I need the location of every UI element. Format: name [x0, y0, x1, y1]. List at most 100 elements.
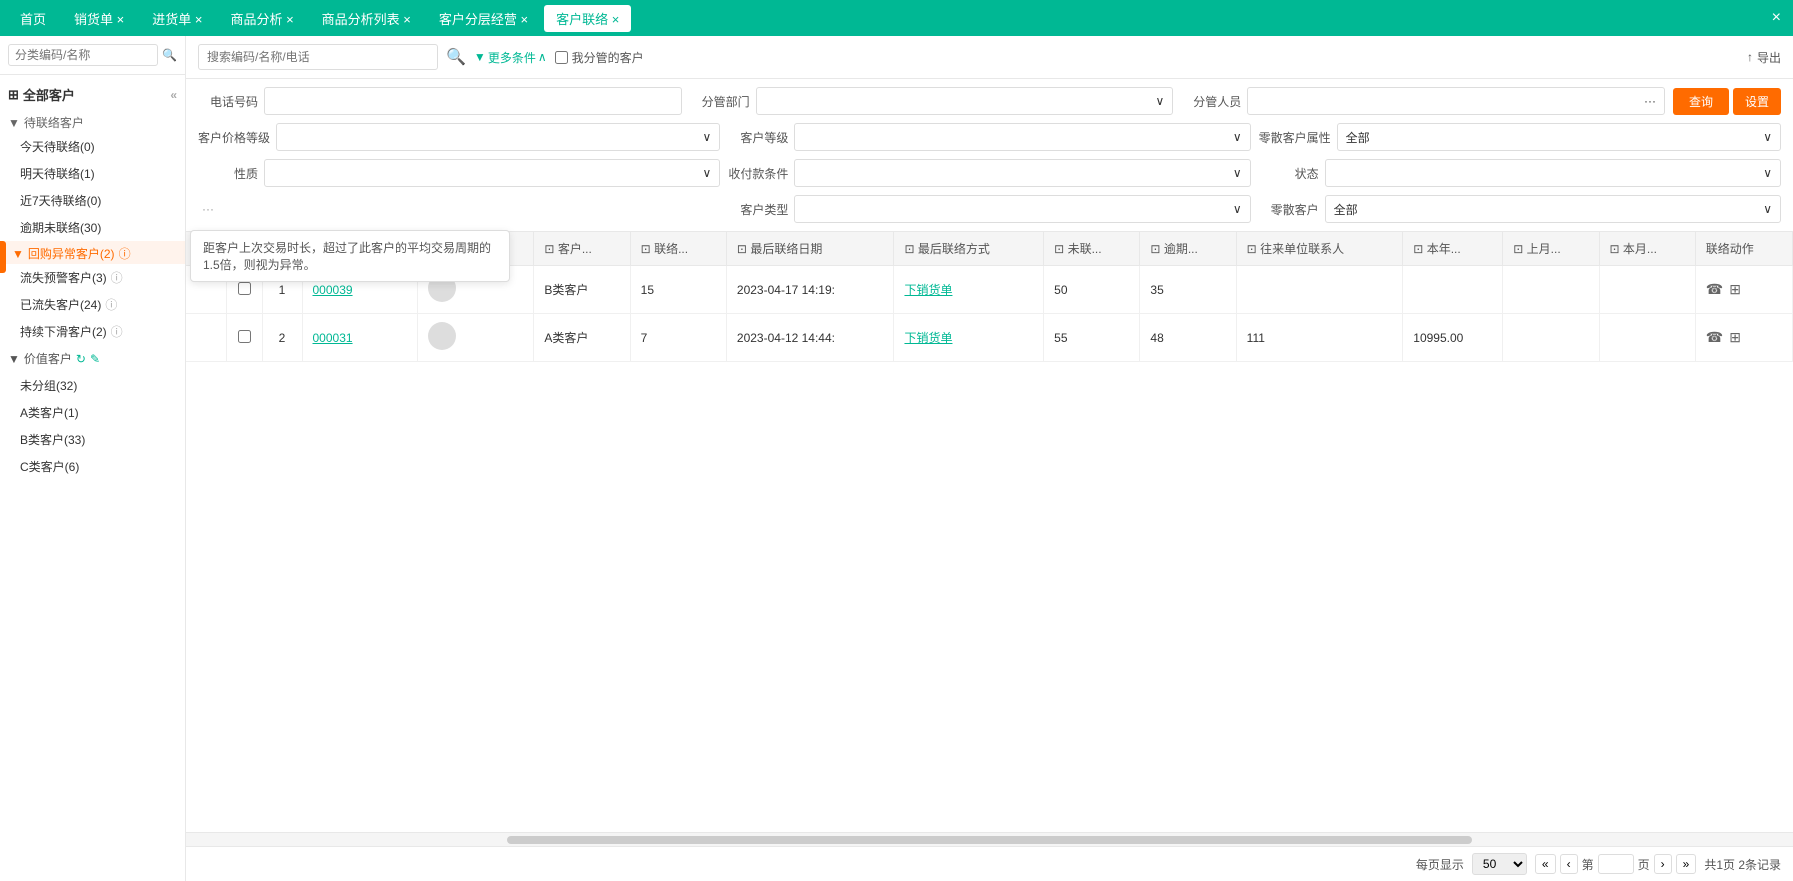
main-search-button[interactable]: 🔍	[446, 47, 466, 67]
sidebar-item-a-class[interactable]: A类客户(1)	[0, 399, 185, 426]
nav-home[interactable]: 首页	[8, 5, 58, 32]
customer-level-select[interactable]: ∨	[794, 123, 1250, 151]
row2-not-contacted: 55	[1044, 314, 1140, 362]
per-page-select[interactable]: 50 100	[1472, 853, 1527, 875]
dept-label: 分管部门	[690, 93, 750, 110]
retail-customer-value: 全部	[1334, 201, 1358, 218]
row1-this-year	[1403, 266, 1503, 314]
sidebar-item-at-risk[interactable]: 流失预警客户(3) ⓘ	[0, 264, 185, 291]
sidebar-search-icon[interactable]: 🔍	[162, 48, 177, 62]
collapse-icon[interactable]: «	[170, 88, 177, 102]
row1-phone-icon[interactable]: ☎	[1706, 281, 1723, 298]
dept-select[interactable]: ∨	[756, 87, 1174, 115]
my-customer-checkbox[interactable]	[555, 51, 568, 64]
row2-more-icon[interactable]: ⊞	[1729, 329, 1741, 346]
main-layout: 🔍 ⊞ 全部客户 « ▼ 待联络客户 今天待联络(0) 明天待联络(1) 近	[0, 36, 1793, 881]
sidebar-item-declining[interactable]: 持续下滑客户(2) ⓘ	[0, 318, 185, 345]
row1-select[interactable]	[238, 282, 251, 295]
row1-overdue: 35	[1140, 266, 1236, 314]
next-page-btn[interactable]: ›	[1654, 854, 1672, 874]
filter-row-2: 客户价格等级 ∨ 客户等级 ∨ 零散客户属性 全部	[198, 123, 1781, 151]
prev-page-btn[interactable]: ‹	[1560, 854, 1578, 874]
row2-this-month	[1599, 314, 1695, 362]
filter-cell-customer-level: 客户等级 ∨	[728, 123, 1250, 151]
row2-code-link[interactable]: 000031	[313, 331, 353, 345]
row2-phone-icon[interactable]: ☎	[1706, 329, 1723, 346]
more-conditions-btn[interactable]: ▼ 更多条件 ∧	[474, 49, 547, 66]
price-level-label: 客户价格等级	[198, 129, 270, 146]
payment-select[interactable]: ∨	[794, 159, 1250, 187]
row2-action: ☎ ⊞	[1695, 314, 1792, 362]
nav-product-analysis[interactable]: 商品分析 ×	[218, 5, 305, 32]
nav-customer-segment[interactable]: 客户分层经营 ×	[427, 5, 540, 32]
edit-icon[interactable]: ✎	[90, 352, 100, 366]
value-customers-label: 价值客户	[24, 350, 72, 367]
row2-code: 000031	[302, 314, 418, 362]
th-contact: ⊡ 联络...	[630, 232, 726, 266]
th-company-contact: ⊡ 往来单位联系人	[1236, 232, 1403, 266]
person-select[interactable]: ···	[1247, 87, 1665, 115]
row2-this-year: 10995.00	[1403, 314, 1503, 362]
nav-sales[interactable]: 销货单 ×	[62, 5, 136, 32]
customer-type-select[interactable]: ∨	[794, 195, 1250, 223]
sidebar-item-unassigned[interactable]: 未分组(32)	[0, 372, 185, 399]
scrollbar-thumb[interactable]	[507, 836, 1471, 844]
nav-product-analysis-list[interactable]: 商品分析列表 ×	[310, 5, 423, 32]
sidebar-item-b-class[interactable]: B类客户(33)	[0, 426, 185, 453]
row2-last-method: 下销货单	[894, 314, 1044, 362]
main-search-input[interactable]	[198, 44, 438, 70]
row2-select[interactable]	[238, 330, 251, 343]
sidebar-all-customers[interactable]: ⊞ 全部客户 «	[0, 79, 185, 110]
row2-name	[418, 314, 534, 362]
sidebar-item-lost[interactable]: 已流失客户(24) ⓘ	[0, 291, 185, 318]
th-not-contacted: ⊡ 未联...	[1044, 232, 1140, 266]
info-icon-1: ⓘ	[111, 269, 123, 286]
sidebar-item-tomorrow[interactable]: 明天待联络(1)	[0, 160, 185, 187]
query-button[interactable]: 查询	[1673, 88, 1729, 115]
sidebar-value-customers-group[interactable]: ▼ 价值客户 ↻ ✎	[0, 345, 185, 372]
sidebar-section-repurchase[interactable]: ▼ 回购异常客户(2) ⓘ	[0, 241, 185, 264]
my-customer-checkbox-label[interactable]: 我分管的客户	[555, 49, 644, 66]
nav-purchase[interactable]: 进货单 ×	[140, 5, 214, 32]
filter-cell-status: 状态 ∨	[1259, 159, 1781, 187]
last-page-btn[interactable]: »	[1676, 854, 1697, 874]
filter-cell-payment: 收付款条件 ∨	[728, 159, 1250, 187]
filter-cell-gender: 性质 ∨	[198, 159, 720, 187]
phone-input[interactable]	[264, 87, 682, 115]
sidebar-item-7days[interactable]: 近7天待联络(0)	[0, 187, 185, 214]
row1-company-contact	[1236, 266, 1403, 314]
row2-method-link[interactable]: 下销货单	[904, 331, 952, 345]
filter-cell-price-level: 客户价格等级 ∨	[198, 123, 720, 151]
retail-attr-select[interactable]: 全部 ∨	[1337, 123, 1781, 151]
price-level-select[interactable]: ∨	[276, 123, 720, 151]
row1-method-link[interactable]: 下销货单	[904, 283, 952, 297]
row1-more-icon[interactable]: ⊞	[1729, 281, 1741, 298]
page-navigation: « ‹ 第 1 页 › »	[1535, 854, 1696, 874]
export-icon: ↑	[1747, 50, 1753, 64]
row1-last-month	[1503, 266, 1599, 314]
sidebar-item-c-class[interactable]: C类客户(6)	[0, 453, 185, 480]
horizontal-scrollbar[interactable]	[186, 832, 1793, 846]
page-number-input[interactable]: 1	[1598, 854, 1634, 874]
gender-label: 性质	[198, 165, 258, 182]
row2-settings	[186, 314, 226, 362]
gender-select[interactable]: ∨	[264, 159, 720, 187]
row1-not-contacted: 50	[1044, 266, 1140, 314]
sidebar-item-overdue[interactable]: 逾期未联络(30)	[0, 214, 185, 241]
first-page-btn[interactable]: «	[1535, 854, 1556, 874]
row1-category: B类客户	[534, 266, 630, 314]
sidebar-item-today[interactable]: 今天待联络(0)	[0, 133, 185, 160]
filter-cell-retail-customer: 零散客户 全部 ∨	[1259, 195, 1781, 223]
refresh-icon[interactable]: ↻	[76, 352, 86, 366]
sidebar: 🔍 ⊞ 全部客户 « ▼ 待联络客户 今天待联络(0) 明天待联络(1) 近	[0, 36, 186, 881]
ellipsis-btn[interactable]: ···	[198, 202, 218, 216]
row1-last-method: 下销货单	[894, 266, 1044, 314]
nav-customer-contact[interactable]: 客户联络 ×	[544, 5, 631, 32]
window-close-button[interactable]: ×	[1772, 9, 1781, 27]
row1-code-link[interactable]: 000039	[313, 283, 353, 297]
export-button[interactable]: ↑ 导出	[1747, 49, 1781, 66]
retail-customer-select[interactable]: 全部 ∨	[1325, 195, 1781, 223]
status-select[interactable]: ∨	[1325, 159, 1781, 187]
settings-button[interactable]: 设置	[1733, 88, 1781, 115]
sidebar-search-input[interactable]	[8, 44, 158, 66]
